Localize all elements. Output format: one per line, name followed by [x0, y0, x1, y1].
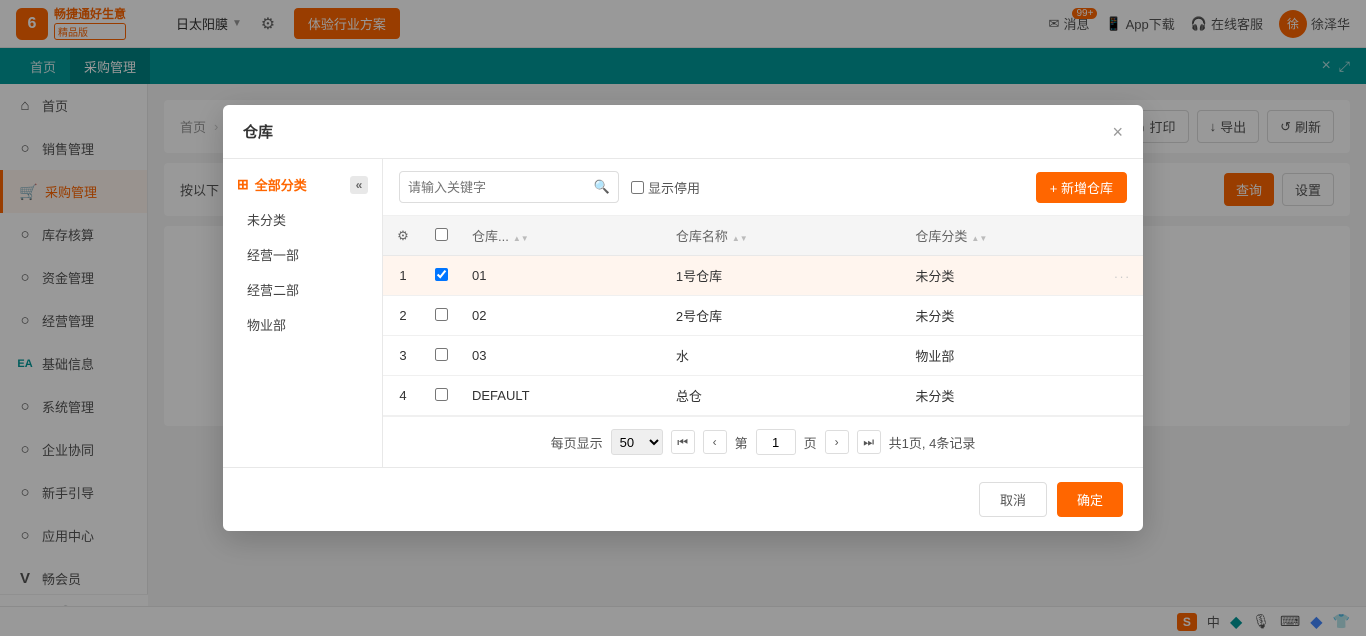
select-all-checkbox[interactable] — [435, 228, 448, 241]
all-categories-label: 全部分类 — [255, 175, 307, 194]
row-num: 1 — [383, 256, 423, 296]
total-info: 共1页, 4条记录 — [889, 433, 976, 452]
sort-code-icon: ▲▼ — [513, 235, 529, 243]
row-category: 未分类... — [903, 256, 1143, 296]
row-checkbox[interactable] — [423, 376, 460, 416]
category-item-unclassified[interactable]: 未分类 — [223, 202, 382, 237]
show-disabled-label: 显示停用 — [648, 178, 700, 197]
row-category: 未分类 — [903, 296, 1143, 336]
row-name: 1号仓库 — [664, 256, 904, 296]
row-name: 水 — [664, 336, 904, 376]
search-input[interactable] — [408, 180, 594, 195]
row-checkbox[interactable] — [423, 296, 460, 336]
show-disabled-checkbox[interactable] — [631, 181, 644, 194]
search-icon: 🔍 — [594, 179, 610, 195]
table-row[interactable]: 3 03 水 物业部 — [383, 336, 1143, 376]
page-number-input[interactable] — [756, 429, 796, 455]
modal-footer: 取消 确定 — [223, 467, 1143, 531]
all-categories-header[interactable]: ⊞ 全部分类 « — [223, 167, 382, 202]
sort-name-icon: ▲▼ — [732, 235, 748, 243]
row-checkbox[interactable] — [423, 256, 460, 296]
last-page-btn[interactable]: ⏭ — [857, 430, 881, 454]
page-label: 第 — [735, 433, 748, 452]
row-code: 03 — [460, 336, 664, 376]
category-item-ops2[interactable]: 经营二部 — [223, 272, 382, 307]
search-box: 🔍 — [399, 171, 619, 203]
modal-title: 仓库 — [243, 121, 273, 142]
th-checkbox — [423, 216, 460, 256]
row-checkbox[interactable] — [423, 336, 460, 376]
show-disabled-checkbox-label: 显示停用 — [631, 178, 700, 197]
row-code: 02 — [460, 296, 664, 336]
modal-body: ⊞ 全部分类 « 未分类 经营一部 经营二部 物业部 🔍 — [223, 159, 1143, 467]
category-item-property[interactable]: 物业部 — [223, 307, 382, 342]
row-category: 未分类 — [903, 376, 1143, 416]
table-row[interactable]: 1 01 1号仓库 未分类... — [383, 256, 1143, 296]
table-row[interactable]: 4 DEFAULT 总仓 未分类 — [383, 376, 1143, 416]
modal-close-btn[interactable]: × — [1112, 123, 1123, 141]
table-toolbar: 🔍 显示停用 + 新增仓库 — [383, 159, 1143, 216]
table-row[interactable]: 2 02 2号仓库 未分类 — [383, 296, 1143, 336]
next-page-btn[interactable]: › — [825, 430, 849, 454]
per-page-label: 每页显示 — [551, 433, 603, 452]
pagination: 每页显示 50 20 100 ⏮ ‹ 第 页 › ⏭ 共1页, 4条记录 — [383, 416, 1143, 467]
table-panel: 🔍 显示停用 + 新增仓库 ⚙ — [383, 159, 1143, 467]
warehouse-table: ⚙ 仓库...▲▼ 仓库名称▲▼ — [383, 216, 1143, 416]
row-num: 3 — [383, 336, 423, 376]
sort-cat-icon: ▲▼ — [971, 235, 987, 243]
row-code: 01 — [460, 256, 664, 296]
warehouse-modal: 仓库 × ⊞ 全部分类 « 未分类 经营一部 经营二部 物业部 — [223, 105, 1143, 531]
category-panel: ⊞ 全部分类 « 未分类 经营一部 经营二部 物业部 — [223, 159, 383, 467]
category-item-ops1[interactable]: 经营一部 — [223, 237, 382, 272]
prev-page-btn[interactable]: ‹ — [703, 430, 727, 454]
cancel-btn[interactable]: 取消 — [979, 482, 1047, 517]
add-warehouse-btn[interactable]: + 新增仓库 — [1036, 172, 1127, 203]
grid-icon: ⊞ — [237, 176, 249, 193]
modal-overlay: 仓库 × ⊞ 全部分类 « 未分类 经营一部 经营二部 物业部 — [0, 0, 1366, 636]
row-name: 2号仓库 — [664, 296, 904, 336]
table-scroll-area: ⚙ 仓库...▲▼ 仓库名称▲▼ — [383, 216, 1143, 416]
modal-header: 仓库 × — [223, 105, 1143, 159]
row-actions[interactable]: ... — [1114, 266, 1131, 281]
gear-icon: ⚙ — [397, 228, 409, 243]
page-unit: 页 — [804, 433, 817, 452]
row-num: 2 — [383, 296, 423, 336]
confirm-btn[interactable]: 确定 — [1057, 482, 1123, 517]
row-category: 物业部 — [903, 336, 1143, 376]
per-page-select[interactable]: 50 20 100 — [611, 429, 663, 455]
collapse-btn[interactable]: « — [350, 176, 368, 194]
th-settings: ⚙ — [383, 216, 423, 256]
th-name: 仓库名称▲▼ — [664, 216, 904, 256]
th-code: 仓库...▲▼ — [460, 216, 664, 256]
th-category: 仓库分类▲▼ — [903, 216, 1143, 256]
row-name: 总仓 — [664, 376, 904, 416]
row-num: 4 — [383, 376, 423, 416]
row-code: DEFAULT — [460, 376, 664, 416]
first-page-btn[interactable]: ⏮ — [671, 430, 695, 454]
